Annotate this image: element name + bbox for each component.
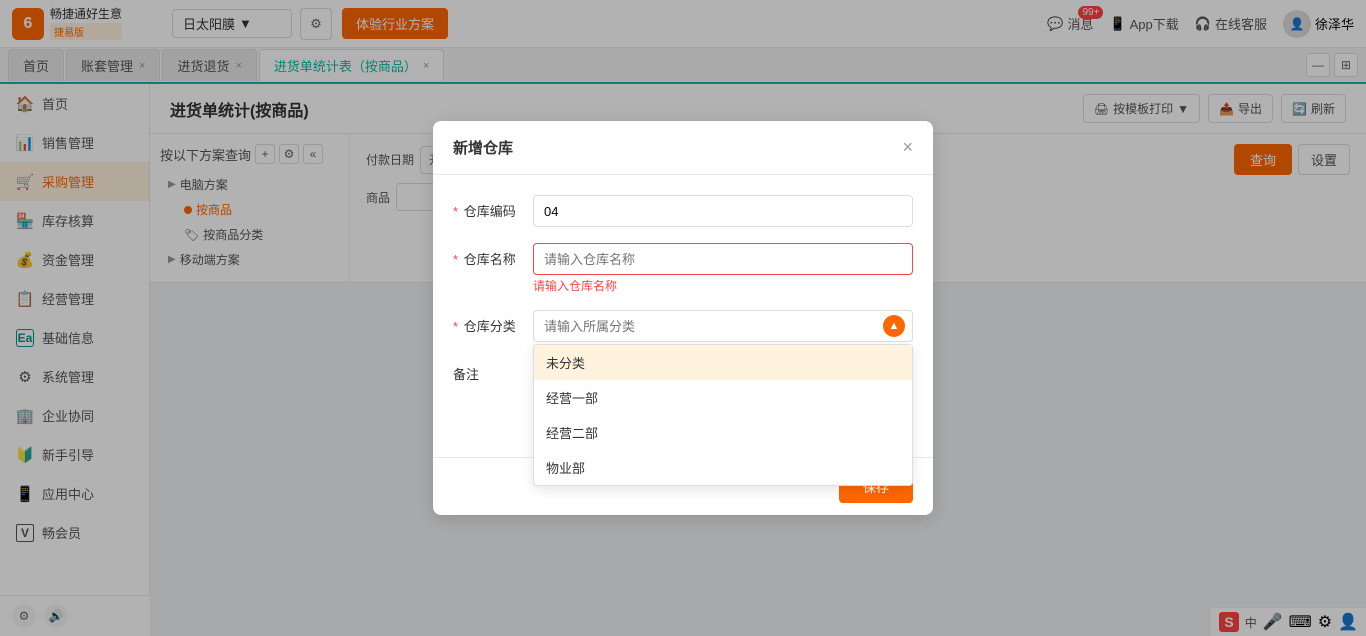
modal-overlay: 新增仓库 × * 仓库编码 * 仓库名称 (0, 0, 1366, 636)
code-label: * 仓库编码 (453, 195, 533, 220)
modal-close-button[interactable]: × (902, 137, 913, 158)
modal-title: 新增仓库 (453, 137, 513, 158)
name-error-msg: 请输入仓库名称 (533, 277, 913, 294)
code-control (533, 195, 913, 227)
dropdown-item-3[interactable]: 物业部 (534, 450, 912, 485)
modal-body: * 仓库编码 * 仓库名称 请输入仓库名称 (433, 175, 933, 457)
category-control: ▲ 未分类 经营一部 经营二部 物业部 (533, 310, 913, 342)
note-label: 备注 (453, 358, 533, 383)
category-field: * 仓库分类 ▲ 未分类 经营一部 经营二部 物业部 (453, 310, 913, 342)
code-input[interactable] (533, 195, 913, 227)
dropdown-item-0[interactable]: 未分类 (534, 345, 912, 380)
category-label: * 仓库分类 (453, 310, 533, 335)
dropdown-item-1[interactable]: 经营一部 (534, 380, 912, 415)
name-label: * 仓库名称 (453, 243, 533, 268)
name-control: 请输入仓库名称 (533, 243, 913, 294)
category-input[interactable] (533, 310, 913, 342)
name-input[interactable] (533, 243, 913, 275)
category-dropdown: 未分类 经营一部 经营二部 物业部 (533, 344, 913, 486)
new-warehouse-modal: 新增仓库 × * 仓库编码 * 仓库名称 (433, 121, 933, 515)
name-field: * 仓库名称 请输入仓库名称 (453, 243, 913, 294)
code-field: * 仓库编码 (453, 195, 913, 227)
modal-header: 新增仓库 × (433, 121, 933, 175)
select-toggle-button[interactable]: ▲ (883, 315, 905, 337)
dropdown-item-2[interactable]: 经营二部 (534, 415, 912, 450)
